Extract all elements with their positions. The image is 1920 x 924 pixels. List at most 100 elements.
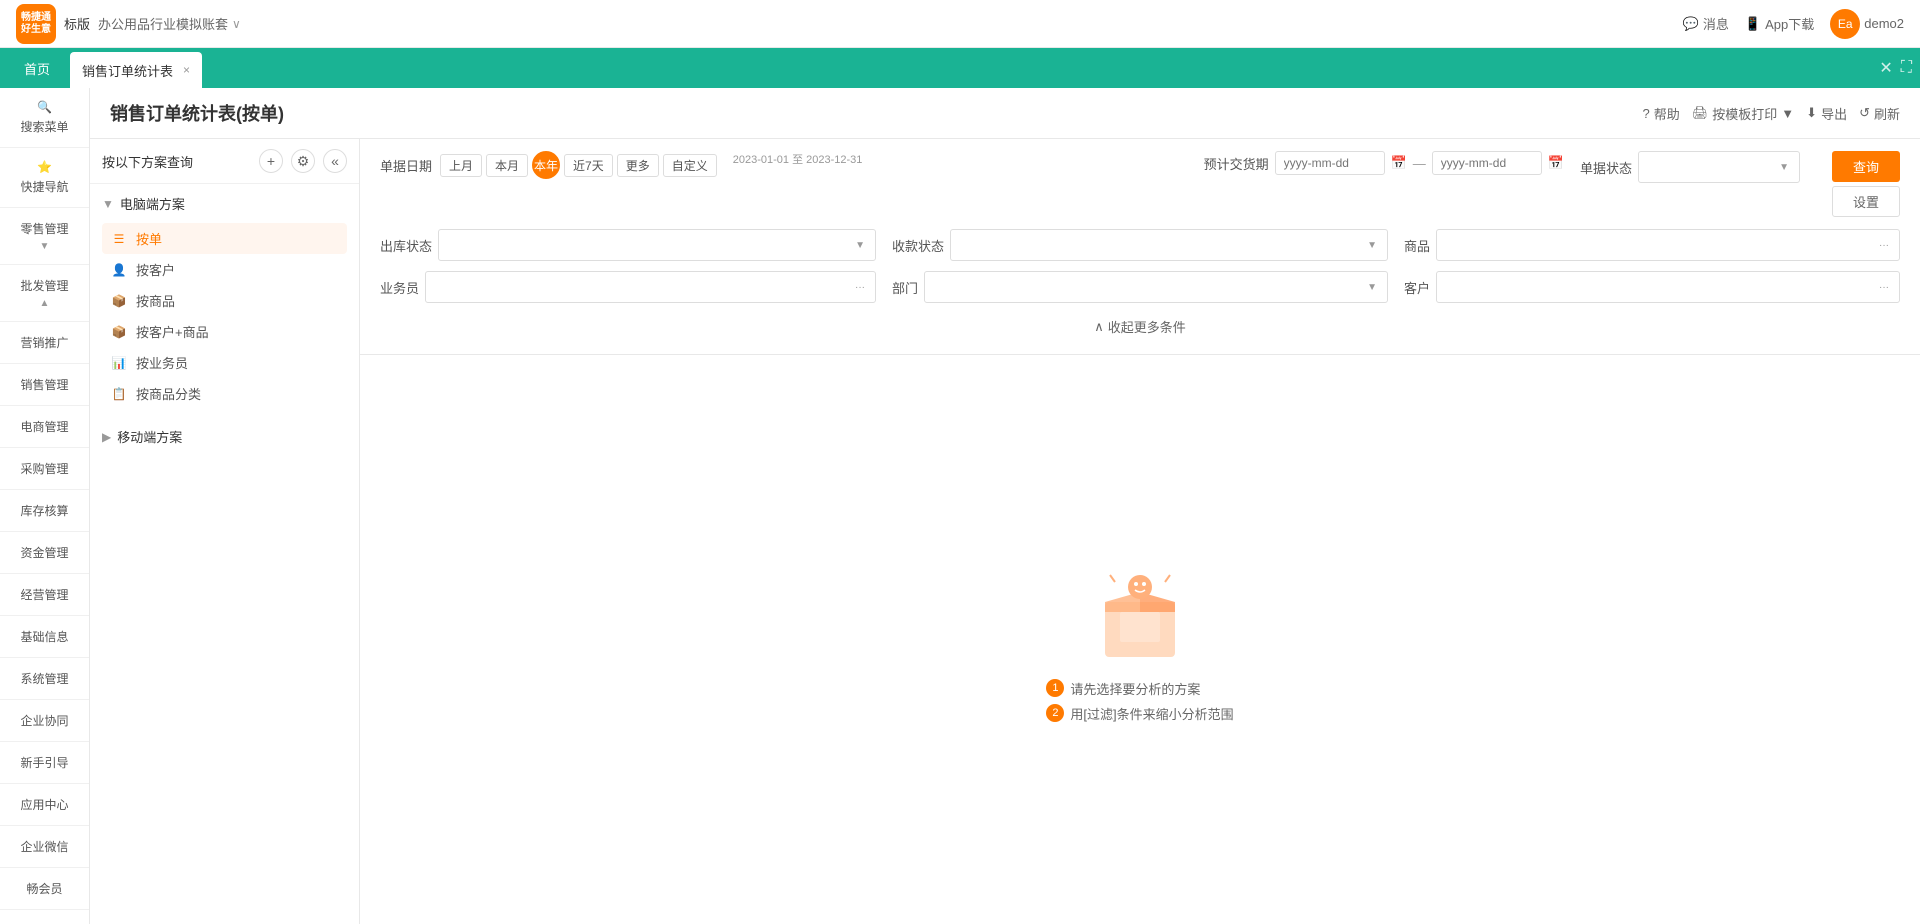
scheme-item-by-salesman[interactable]: 📊 按业务员 (102, 347, 347, 378)
salesman-more-icon[interactable]: ··· (855, 282, 865, 293)
date-btn-this-month[interactable]: 本月 (486, 154, 528, 177)
scheme-item-by-prod-cat[interactable]: 📋 按商品分类 (102, 378, 347, 409)
page-title: 销售订单统计表(按单) (110, 100, 284, 138)
scheme-item-by-customer[interactable]: 👤 按客户 (102, 254, 347, 285)
calendar-icon-end[interactable]: 📅 (1548, 155, 1564, 171)
payment-status-label: 收款状态 (892, 236, 944, 255)
export-btn[interactable]: ⬇ 导出 (1806, 104, 1847, 123)
scheme-list: ☰ 按单 👤 按客户 📦 按商品 📦 按客户+商品 (90, 223, 359, 409)
retail-label: 零售管理 (20, 220, 68, 237)
scheme-panel-header: 按以下方案查询 + ⚙ « (90, 139, 359, 184)
scheme-item-by-order[interactable]: ☰ 按单 (102, 223, 347, 254)
date-btn-this-year[interactable]: 本年 (532, 151, 560, 179)
by-salesman-label: 按业务员 (136, 353, 188, 372)
expected-delivery-end[interactable] (1432, 151, 1542, 175)
quick-nav-icon: ⭐ (37, 160, 52, 174)
refresh-btn[interactable]: ↺ 刷新 (1859, 104, 1900, 123)
scheme-add-btn[interactable]: + (259, 149, 283, 173)
date-btn-custom[interactable]: 自定义 (663, 154, 717, 177)
sidebar-item-newbie[interactable]: 新手引导 (0, 742, 89, 784)
right-panel: 单据日期 上月 本月 本年 近7天 更多 自定义 (360, 139, 1920, 924)
user-info[interactable]: Ea demo2 (1830, 9, 1904, 39)
sidebar-item-wechat[interactable]: 企业微信 (0, 826, 89, 868)
mobile-category-label: 移动端方案 (117, 427, 182, 446)
sidebar-item-finance[interactable]: 资金管理 (0, 532, 89, 574)
sidebar-quick-nav[interactable]: ⭐ 快捷导航 (0, 148, 89, 208)
sidebar-item-purchase[interactable]: 采购管理 (0, 448, 89, 490)
collapse-arrow-icon: ∧ (1094, 319, 1104, 335)
by-product-label: 按商品 (136, 291, 175, 310)
empty-hint-text: 1 请先选择要分析的方案 2 用[过滤]条件来缩小分析范围 (1046, 679, 1233, 723)
filter-area: 单据日期 上月 本月 本年 近7天 更多 自定义 (360, 139, 1920, 355)
sidebar-item-retail[interactable]: 零售管理 ▼ (0, 208, 89, 265)
doc-status-group: 单据状态 ▼ (1580, 151, 1800, 183)
setting-button[interactable]: 设置 (1832, 186, 1900, 217)
sidebar-item-wholesale[interactable]: 批发管理 ▲ (0, 265, 89, 322)
product-more-icon[interactable]: ··· (1879, 240, 1889, 251)
message-btn[interactable]: 💬 消息 (1683, 14, 1729, 33)
sidebar-search[interactable]: 🔍 搜索菜单 (0, 88, 89, 148)
query-button[interactable]: 查询 (1832, 151, 1900, 182)
tab-bar-right: ✕ ⛶ (1879, 58, 1912, 78)
date-btn-last-7-days[interactable]: 近7天 (564, 154, 613, 177)
retail-expand-icon: ▼ (40, 241, 50, 252)
scheme-category-label: 电脑端方案 (120, 194, 185, 213)
sidebar-item-marketing[interactable]: 营销推广 (0, 322, 89, 364)
department-select[interactable]: ▼ (924, 271, 1388, 303)
date-btn-last-month[interactable]: 上月 (440, 154, 482, 177)
scheme-category-mobile-header[interactable]: ▶ 移动端方案 (102, 423, 347, 450)
scheme-item-by-cust-prod[interactable]: 📦 按客户+商品 (102, 316, 347, 347)
sidebar-item-ecommerce[interactable]: 电商管理 (0, 406, 89, 448)
sidebar-item-app-center[interactable]: 应用中心 (0, 784, 89, 826)
customer-more-icon[interactable]: ··· (1879, 282, 1889, 293)
scheme-category-header[interactable]: ▼ 电脑端方案 (102, 190, 347, 217)
tab-sales-order[interactable]: 销售订单统计表 × (70, 52, 202, 88)
sidebar-item-operations[interactable]: 经营管理 (0, 574, 89, 616)
help-btn[interactable]: ? 帮助 (1643, 104, 1680, 123)
basic-label: 基础信息 (20, 628, 68, 645)
payment-status-arrow: ▼ (1367, 240, 1377, 251)
scheme-panel: 按以下方案查询 + ⚙ « ▼ 电脑端方案 (90, 139, 360, 924)
tab-sales-order-label: 销售订单统计表 (82, 61, 173, 80)
date-btn-more[interactable]: 更多 (617, 154, 659, 177)
top-bar: 畅捷通好生意 标版 办公用品行业模拟账套 ∨ 💬 消息 📱 App下载 Ea d… (0, 0, 1920, 48)
product-select[interactable]: ··· (1436, 229, 1900, 261)
search-icon: 🔍 (37, 100, 52, 114)
sidebar-item-sales[interactable]: 销售管理 (0, 364, 89, 406)
department-group: 部门 ▼ (892, 271, 1388, 303)
sidebar-item-basic[interactable]: 基础信息 (0, 616, 89, 658)
app-download-btn[interactable]: 📱 App下载 (1745, 14, 1814, 33)
refresh-label: 刷新 (1874, 104, 1900, 123)
sidebar-item-system[interactable]: 系统管理 (0, 658, 89, 700)
close-window-icon[interactable]: ✕ (1879, 58, 1892, 78)
collapse-button[interactable]: ∧ 收起更多条件 (1078, 311, 1202, 342)
payment-status-select[interactable]: ▼ (950, 229, 1388, 261)
tab-close-icon[interactable]: × (183, 63, 190, 77)
expected-delivery-start[interactable] (1275, 151, 1385, 175)
sidebar-item-enterprise[interactable]: 企业协同 (0, 700, 89, 742)
scheme-panel-title: 按以下方案查询 (102, 152, 251, 171)
date-range-text: 2023-01-01 至 2023-12-31 (733, 151, 863, 167)
doc-status-select[interactable]: ▼ (1638, 151, 1800, 183)
scheme-item-by-product[interactable]: 📦 按商品 (102, 285, 347, 316)
template-print-arrow: ▼ (1781, 106, 1794, 121)
breadcrumb-text: 办公用品行业模拟账套 (98, 14, 228, 33)
tab-home[interactable]: 首页 (8, 48, 66, 88)
sidebar-item-member[interactable]: 畅会员 (0, 868, 89, 910)
salesman-select[interactable]: ··· (425, 271, 876, 303)
customer-select[interactable]: ··· (1436, 271, 1900, 303)
breadcrumb: 办公用品行业模拟账套 ∨ (98, 14, 241, 33)
maximize-icon[interactable]: ⛶ (1901, 59, 1912, 77)
scheme-collapse-btn[interactable]: « (323, 149, 347, 173)
gear-icon: ⚙ (297, 153, 310, 170)
app-center-label: 应用中心 (20, 796, 68, 813)
calendar-icon-start[interactable]: 📅 (1391, 155, 1407, 171)
delivery-status-select[interactable]: ▼ (438, 229, 876, 261)
template-print-btn[interactable]: 🖨 按模板打印 ▼ (1692, 104, 1794, 123)
scheme-edit-btn[interactable]: ⚙ (291, 149, 315, 173)
by-salesman-icon: 📊 (110, 354, 128, 372)
date-range-display: 2023-01-01 至 2023-12-31 (733, 151, 863, 167)
split-content: 按以下方案查询 + ⚙ « ▼ 电脑端方案 (90, 139, 1920, 924)
empty-hint-1: 1 请先选择要分析的方案 (1046, 679, 1233, 698)
sidebar-item-inventory[interactable]: 库存核算 (0, 490, 89, 532)
